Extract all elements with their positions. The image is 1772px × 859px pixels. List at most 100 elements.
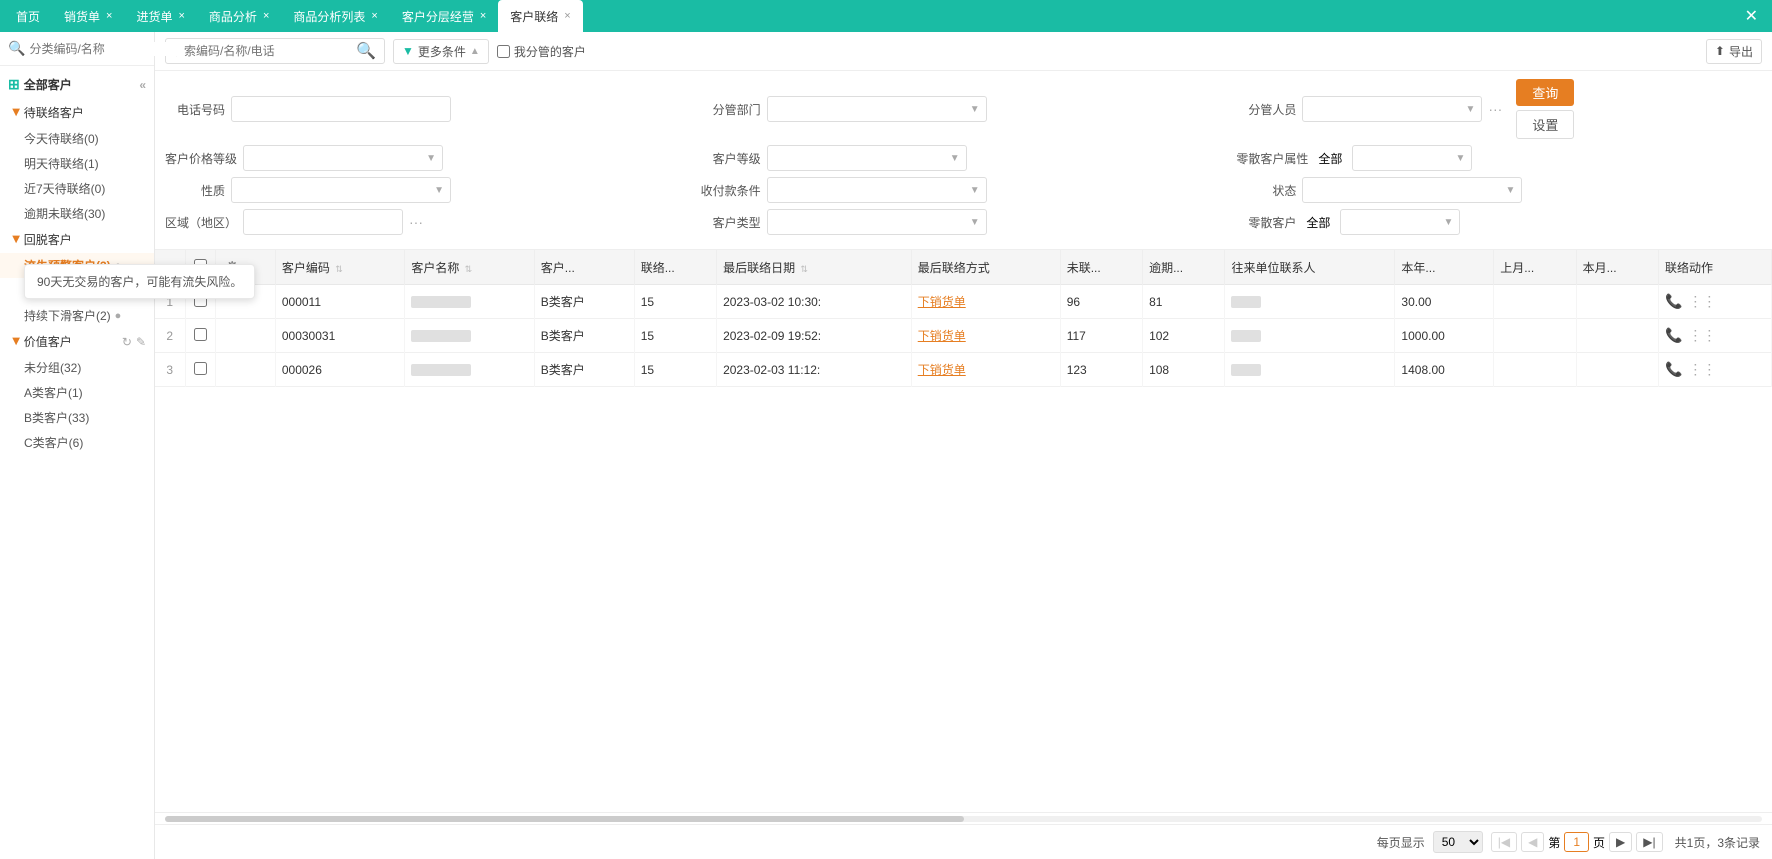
sidebar-item-declining[interactable]: 持续下滑客户(2) ● bbox=[0, 303, 154, 328]
tab-goods-analysis-list-close[interactable]: × bbox=[371, 10, 377, 22]
cell-action: 📞 ⋮⋮ bbox=[1658, 319, 1771, 353]
cell-name bbox=[405, 353, 534, 387]
sidebar-collapse-icon: « bbox=[139, 78, 146, 92]
caret-up-icon: ▲ bbox=[470, 46, 480, 57]
sidebar-item-a-class[interactable]: A类客户(1) bbox=[0, 380, 154, 405]
blurred-unit bbox=[1231, 296, 1261, 308]
sidebar-item-ungrouped[interactable]: 未分组(32) bbox=[0, 355, 154, 380]
row-checkbox[interactable] bbox=[194, 362, 207, 375]
help-icon-1: ● bbox=[115, 260, 122, 272]
cell-this-month bbox=[1576, 285, 1658, 319]
caret-type: ▼ bbox=[970, 217, 980, 228]
tab-goods-analysis-close[interactable]: × bbox=[263, 10, 269, 22]
sidebar-search-area: 🔍 bbox=[0, 32, 154, 66]
filter-row-1: 电话号码 分管部门 ▼ 分管人员 ▼ ··· bbox=[165, 79, 1762, 139]
col-header-last-date[interactable]: 最后联络日期 ⇅ bbox=[717, 250, 912, 285]
select-scatter-attr[interactable]: ▼ bbox=[1352, 145, 1472, 171]
cell-gear bbox=[215, 353, 275, 387]
edit-icon[interactable]: ✎ bbox=[136, 335, 146, 349]
pager-current-page: 1 bbox=[1564, 832, 1589, 852]
tab-purchase[interactable]: 进货单 × bbox=[124, 0, 196, 32]
sidebar-item-today[interactable]: 今天待联络(0) bbox=[0, 126, 154, 151]
sidebar-item-tomorrow[interactable]: 明天待联络(1) bbox=[0, 151, 154, 176]
select-payment[interactable]: ▼ bbox=[767, 177, 987, 203]
action-phone-icon[interactable]: 📞 bbox=[1665, 293, 1682, 310]
export-button[interactable]: ⬆ 导出 bbox=[1706, 39, 1762, 64]
select-status[interactable]: ▼ bbox=[1302, 177, 1522, 203]
sidebar-item-churned[interactable]: 已流失客户(24) ● bbox=[0, 278, 154, 303]
sidebar-group-value[interactable]: ▶ 价值客户 ↻ ✎ bbox=[0, 328, 154, 355]
grid-icon: ⊞ bbox=[8, 76, 20, 93]
pager-prev[interactable]: ◀ bbox=[1521, 832, 1544, 852]
row-checkbox[interactable] bbox=[194, 294, 207, 307]
sidebar-item-7days[interactable]: 近7天待联络(0) bbox=[0, 176, 154, 201]
tab-goods-analysis-list[interactable]: 商品分析列表 × bbox=[281, 0, 389, 32]
select-type[interactable]: ▼ bbox=[767, 209, 987, 235]
my-customer-checkbox[interactable] bbox=[497, 45, 510, 58]
label-grade: 客户等级 bbox=[701, 150, 761, 167]
select-grade[interactable]: ▼ bbox=[767, 145, 967, 171]
action-more-icon[interactable]: ⋮⋮ bbox=[1688, 293, 1716, 310]
sidebar-all-customers[interactable]: ⊞ 全部客户 « bbox=[0, 70, 154, 99]
cell-name bbox=[405, 285, 534, 319]
tab-home[interactable]: 首页 bbox=[4, 0, 52, 32]
sidebar-search-input[interactable] bbox=[29, 42, 184, 56]
dots-person[interactable]: ··· bbox=[1488, 101, 1502, 117]
action-phone-icon[interactable]: 📞 bbox=[1665, 327, 1682, 344]
pager-first[interactable]: |◀ bbox=[1491, 832, 1517, 852]
search-input[interactable] bbox=[172, 44, 354, 58]
select-dept[interactable]: ▼ bbox=[767, 96, 987, 122]
sidebar-group-churn[interactable]: ▶ 回脱客户 bbox=[0, 226, 154, 253]
search-button[interactable]: 🔍 bbox=[354, 41, 378, 61]
tab-sales[interactable]: 销货单 × bbox=[52, 0, 124, 32]
more-filter-button[interactable]: ▼ 更多条件 ▲ bbox=[393, 39, 489, 64]
tab-customer-segment-close[interactable]: × bbox=[480, 10, 486, 22]
sidebar-item-b-class[interactable]: B类客户(33) bbox=[0, 405, 154, 430]
label-person: 分管人员 bbox=[1236, 101, 1296, 118]
tab-sales-close[interactable]: × bbox=[106, 10, 112, 22]
tab-customer-contact-close[interactable]: × bbox=[564, 10, 570, 22]
last-way-link[interactable]: 下销货单 bbox=[918, 329, 966, 343]
table-header-row: ⚙ 客户编码 ⇅ 客户名称 ⇅ 客户... 联络... 最后联络日期 ⇅ bbox=[155, 250, 1772, 285]
tab-customer-contact[interactable]: 客户联络 × bbox=[498, 0, 582, 32]
col-header-name[interactable]: 客户名称 ⇅ bbox=[405, 250, 534, 285]
pager-next[interactable]: ▶ bbox=[1609, 832, 1632, 852]
tab-customer-segment[interactable]: 客户分层经营 × bbox=[390, 0, 498, 32]
cell-overdue: 81 bbox=[1143, 285, 1225, 319]
select-nature[interactable]: ▼ bbox=[231, 177, 451, 203]
cell-unit-contact bbox=[1225, 319, 1395, 353]
label-status: 状态 bbox=[1236, 182, 1296, 199]
horizontal-scrollbar[interactable] bbox=[155, 812, 1772, 824]
select-scatter[interactable]: ▼ bbox=[1340, 209, 1460, 235]
select-region[interactable] bbox=[243, 209, 403, 235]
per-page-select[interactable]: 50 100 bbox=[1433, 831, 1483, 853]
sidebar-item-c-class[interactable]: C类客户(6) bbox=[0, 430, 154, 455]
cell-type: B类客户 bbox=[534, 285, 634, 319]
my-customer-checkbox-area[interactable]: 我分管的客户 bbox=[497, 43, 586, 60]
tab-bar-close[interactable]: ✕ bbox=[1735, 6, 1768, 26]
action-more-icon[interactable]: ⋮⋮ bbox=[1688, 327, 1716, 344]
filter-row-3: 性质 ▼ 收付款条件 ▼ 状态 bbox=[165, 177, 1762, 203]
sidebar-group-pending[interactable]: ▶ 待联络客户 bbox=[0, 99, 154, 126]
col-header-code[interactable]: 客户编码 ⇅ bbox=[275, 250, 404, 285]
action-more-icon[interactable]: ⋮⋮ bbox=[1688, 361, 1716, 378]
row-checkbox[interactable] bbox=[194, 328, 207, 341]
gear-icon[interactable]: ⚙ bbox=[222, 255, 243, 280]
tab-goods-analysis[interactable]: 商品分析 × bbox=[197, 0, 281, 32]
refresh-icon[interactable]: ↻ bbox=[122, 335, 132, 349]
filter-cell-type: 客户类型 ▼ bbox=[701, 209, 1227, 235]
pager-last[interactable]: ▶| bbox=[1636, 832, 1662, 852]
last-way-link[interactable]: 下销货单 bbox=[918, 363, 966, 377]
select-all-checkbox[interactable] bbox=[194, 259, 207, 272]
query-button[interactable]: 查询 bbox=[1516, 79, 1574, 106]
tab-purchase-close[interactable]: × bbox=[178, 10, 184, 22]
select-price-grade[interactable]: ▼ bbox=[243, 145, 443, 171]
dots-region[interactable]: ··· bbox=[409, 214, 423, 230]
sidebar-item-churn-warning[interactable]: 流失预警客户(3) ● bbox=[0, 253, 154, 278]
sidebar-item-overdue[interactable]: 逾期未联络(30) bbox=[0, 201, 154, 226]
last-way-link[interactable]: 下销货单 bbox=[918, 295, 966, 309]
select-person[interactable]: ▼ bbox=[1302, 96, 1482, 122]
input-phone[interactable] bbox=[231, 96, 451, 122]
action-phone-icon[interactable]: 📞 bbox=[1665, 361, 1682, 378]
settings-button[interactable]: 设置 bbox=[1516, 110, 1574, 139]
